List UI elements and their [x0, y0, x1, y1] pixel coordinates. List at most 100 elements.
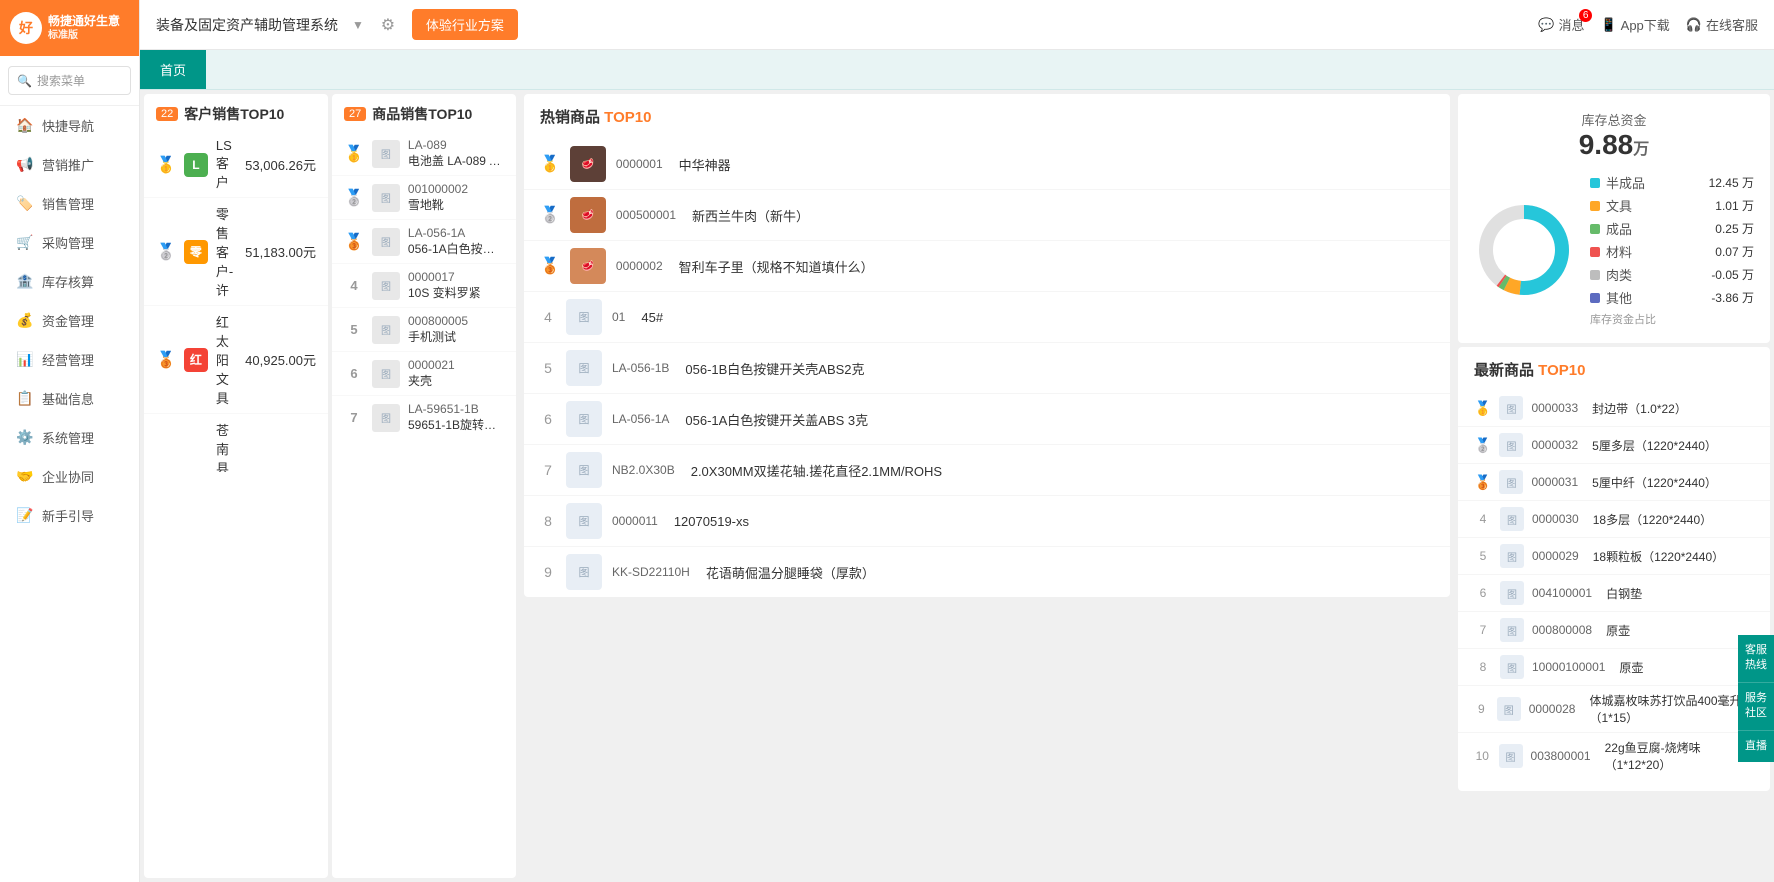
logo-area: 好 畅捷通好生意 标准版: [0, 0, 139, 56]
logo-text: 畅捷通好生意 标准版: [48, 14, 120, 43]
customer-ranking-list: 🥇 L LS 客户 53,006.26元 🥈 零 零售客户-许 51,183.0…: [144, 132, 328, 472]
tab-home-label: 首页: [160, 63, 186, 78]
nav-label-basics: 基础信息: [42, 389, 94, 408]
product-image: 图: [1499, 433, 1523, 457]
settings-button[interactable]: ⚙: [374, 11, 402, 39]
product-name: 封边带（1.0*22）: [1592, 400, 1687, 417]
sidebar-item-purchase[interactable]: 🛒 采购管理: [0, 223, 139, 262]
product-code: KK-SD22110H: [612, 565, 690, 579]
trial-button[interactable]: 体验行业方案: [412, 9, 518, 40]
rank-number: 4: [1474, 512, 1492, 526]
hot-products-header: 热销商品 TOP10: [524, 94, 1450, 139]
avatar: 零: [184, 240, 208, 264]
customer-ranking-title: 客户销售TOP10: [184, 104, 284, 124]
product-image: 图: [372, 184, 400, 212]
center-panel: 热销商品 TOP10 🥇 🥩 0000001 中华神器 🥈 🥩: [520, 90, 1454, 882]
sidebar-item-sales[interactable]: 🏷️ 销售管理: [0, 184, 139, 223]
product-image: 图: [372, 140, 400, 168]
hot-products-title: 热销商品 TOP10: [540, 106, 651, 127]
donut-chart: [1474, 200, 1574, 300]
customer-amount: 53,006.26元: [245, 155, 316, 174]
inventory-legend: 半成品 12.45 万 文具 1.01 万 成品 0.25 万: [1590, 173, 1754, 327]
tab-home[interactable]: 首页: [140, 50, 206, 89]
product-image: 图: [1500, 507, 1524, 531]
sidebar-item-marketing[interactable]: 📢 营销推广: [0, 145, 139, 184]
product-code: 004100001: [1532, 586, 1592, 600]
product-code: 0000028: [1529, 702, 1576, 716]
message-button[interactable]: 💬 消息 6: [1538, 15, 1584, 34]
sidebar-item-finance[interactable]: 💰 资金管理: [0, 301, 139, 340]
live-broadcast-button[interactable]: 直播: [1738, 731, 1774, 762]
legend-label: 肉类: [1606, 265, 1711, 284]
sidebar-item-collab[interactable]: 🤝 企业协同: [0, 457, 139, 496]
rank-number: 9: [1474, 702, 1489, 716]
product-code: 0000033: [1531, 401, 1578, 415]
product-image: 🥩: [570, 248, 606, 284]
customer-ranking-card: 22 客户销售TOP10 🥇 L LS 客户 53,006.26元: [144, 94, 328, 878]
product-code: 0000032: [1531, 438, 1578, 452]
hot-products-top-label: TOP10: [604, 109, 651, 126]
medal-icon: 🥇: [156, 155, 176, 175]
rank-number: 8: [1474, 660, 1492, 674]
sidebar-item-inventory[interactable]: 🏦 库存核算: [0, 262, 139, 301]
table-row: 5 图 000800005 手机测试: [332, 308, 516, 352]
rank-number: 4: [344, 278, 364, 293]
online-service-label: 在线客服: [1706, 15, 1758, 34]
new-products-top-label: TOP10: [1538, 362, 1585, 379]
legend-item: 材料 0.07 万: [1590, 242, 1754, 261]
product-image: 图: [372, 272, 400, 300]
product-name: 手机测试: [408, 328, 504, 345]
app-download-label: App下载: [1621, 15, 1670, 34]
product-ranking-list: 🥇 图 LA-089 电池盖 LA-089 ABS本色+黑种 7.1克 🥈: [332, 132, 516, 439]
inventory-chart-area: 半成品 12.45 万 文具 1.01 万 成品 0.25 万: [1474, 173, 1754, 327]
sidebar-item-system[interactable]: ⚙️ 系统管理: [0, 418, 139, 457]
system-name: 装备及固定资产辅助管理系统: [156, 15, 338, 35]
product-code: 10000100001: [1532, 660, 1605, 674]
list-item: 4 图 0000030 18多层（1220*2440）: [1458, 501, 1770, 538]
product-ranking-title: 商品销售TOP10: [372, 104, 472, 124]
online-service-button[interactable]: 🎧 在线客服: [1686, 15, 1758, 34]
product-info: 000800005 手机测试: [408, 314, 504, 345]
list-item: 🥇 图 0000033 封边带（1.0*22）: [1458, 390, 1770, 427]
nav-label-sales: 销售管理: [42, 194, 94, 213]
product-code: NB2.0X30B: [612, 463, 675, 477]
product-code: 000800008: [1532, 623, 1592, 637]
list-item: 6 图 LA-056-1A 056-1A白色按键开关盖ABS 3克: [524, 394, 1450, 445]
list-item: 5 图 0000029 18颗粒板（1220*2440）: [1458, 538, 1770, 575]
product-name: 新西兰牛肉（新牛）: [692, 206, 1434, 225]
sidebar-item-guide[interactable]: 📝 新手引导: [0, 496, 139, 535]
product-info: 001000002 雪地靴: [408, 182, 504, 213]
product-ranking-badge: 27: [344, 107, 366, 121]
sidebar-item-operations[interactable]: 📊 经营管理: [0, 340, 139, 379]
sidebar-item-basics[interactable]: 📋 基础信息: [0, 379, 139, 418]
nav-label-finance: 资金管理: [42, 311, 94, 330]
table-row: 🥉 红 红太阳文具 40,925.00元: [144, 306, 328, 414]
topbar-right: 💬 消息 6 📱 App下载 🎧 在线客服: [1538, 15, 1758, 34]
rank-number: 5: [1474, 549, 1492, 563]
phone-icon: 📱: [1600, 17, 1616, 33]
service-community-button[interactable]: 服务社区: [1738, 683, 1774, 731]
customer-service-button[interactable]: 客服热线: [1738, 635, 1774, 683]
avatar: 红: [184, 348, 208, 372]
nav-label-guide: 新手引导: [42, 506, 94, 525]
search-menu-button[interactable]: 🔍 搜索菜单: [8, 66, 131, 95]
nav-label-marketing: 营销推广: [42, 155, 94, 174]
sidebar-item-quicknav[interactable]: 🏠 快捷导航: [0, 106, 139, 145]
legend-label: 其他: [1606, 288, 1711, 307]
legend-label: 半成品: [1606, 173, 1709, 192]
table-row: 🥉 图 LA-056-1A 056-1A白色按键开关盖ABS 3克: [332, 220, 516, 264]
product-code: LA-59651-1B: [408, 402, 504, 416]
product-name: 花语萌倔温分腿睡袋（厚款）: [706, 563, 1434, 582]
legend-dot: [1590, 201, 1600, 211]
product-image: 图: [566, 554, 602, 590]
system-dropdown-button[interactable]: ▼: [352, 18, 364, 32]
product-name: 18多层（1220*2440）: [1593, 511, 1712, 528]
marketing-icon: 📢: [16, 156, 34, 174]
app-version: 标准版: [48, 29, 120, 42]
medal-icon: 🥈: [156, 242, 176, 262]
table-row: 4 苍 苍南县人民医院 36,600.00元: [144, 414, 328, 472]
customer-name: 红太阳文具: [216, 312, 237, 407]
app-download-button[interactable]: 📱 App下载: [1600, 15, 1669, 34]
product-code: 000500001: [616, 208, 676, 222]
product-image: 图: [372, 404, 400, 432]
